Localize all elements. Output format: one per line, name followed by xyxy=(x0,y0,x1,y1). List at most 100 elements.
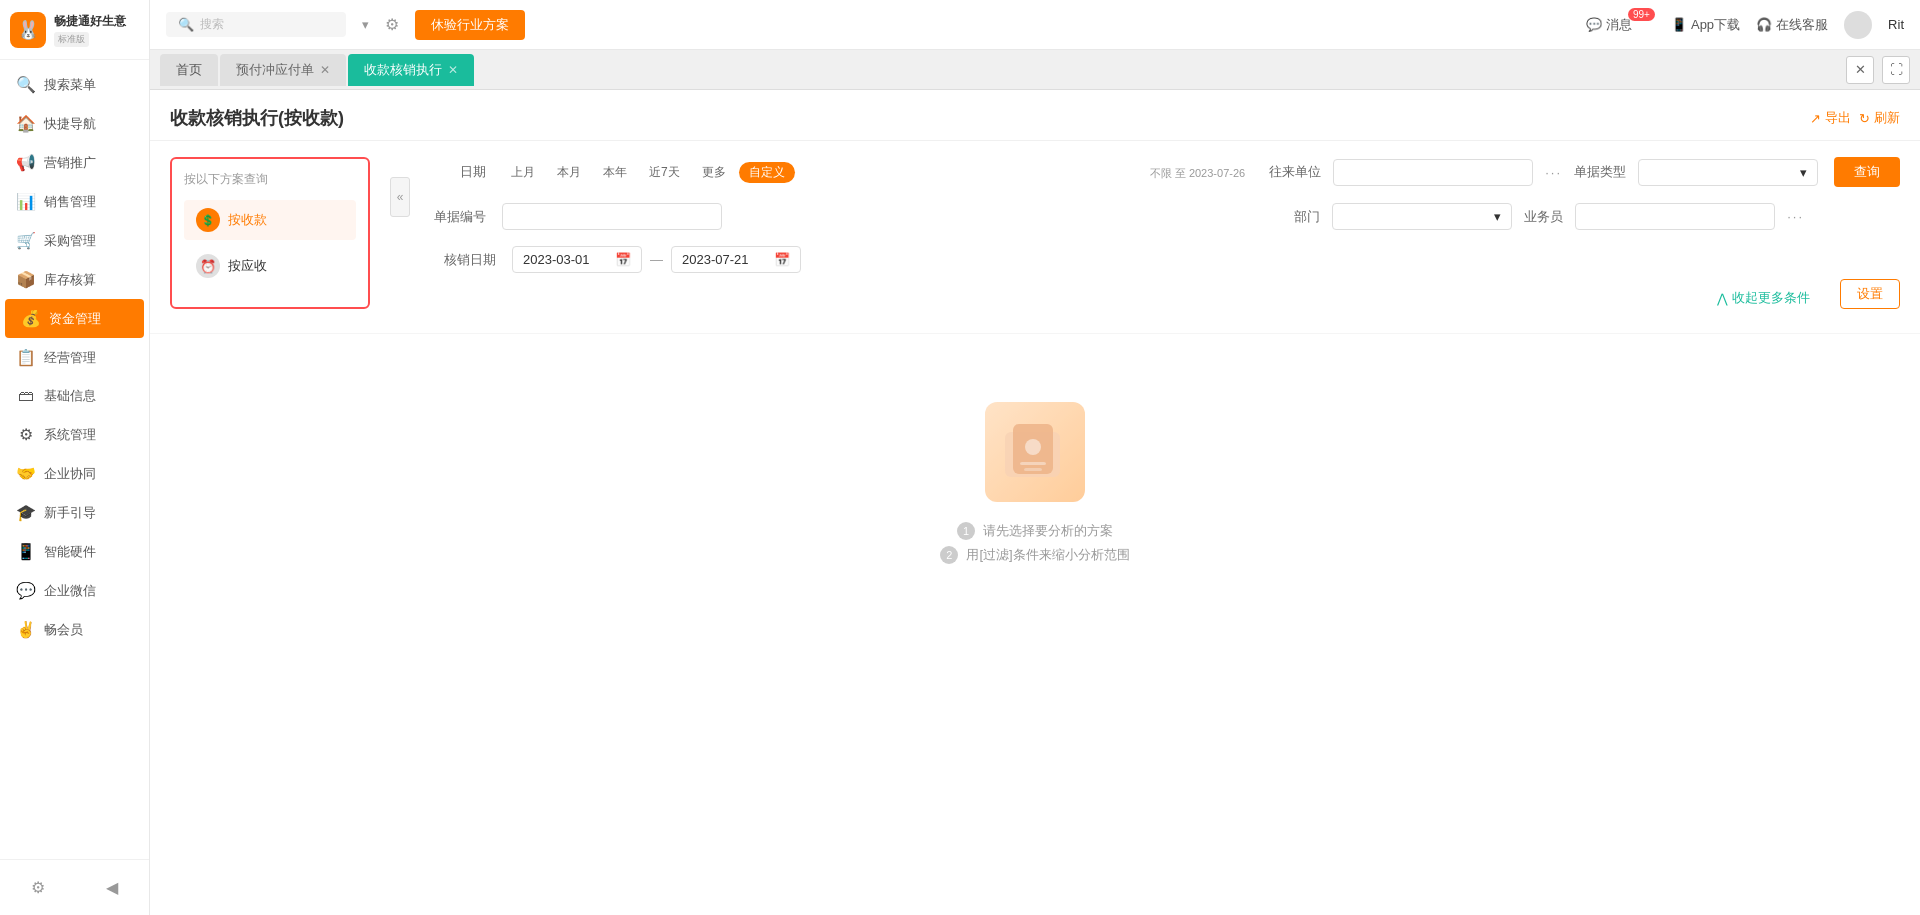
cart-icon: 🛒 xyxy=(16,231,36,250)
empty-state: 1 请先选择要分析的方案 2 用[过滤]条件来缩小分析范围 xyxy=(150,342,1920,630)
date-shortcuts-control: 上月 本月 本年 近7天 更多 自定义 xyxy=(502,161,1194,184)
tab-collect[interactable]: 收款核销执行 ✕ xyxy=(348,54,474,86)
query-button[interactable]: 查询 xyxy=(1834,157,1900,187)
refresh-icon: ↻ xyxy=(1859,111,1870,126)
topbar: 🔍 搜索 ▾ ⚙ 休验行业方案 💬 消息 99+ 📱 App下载 🎧 在线客服 … xyxy=(150,0,1920,50)
sidebar-item-guide[interactable]: 🎓 新手引导 xyxy=(0,493,149,532)
sidebar-item-basic[interactable]: 🗃 基础信息 xyxy=(0,377,149,415)
sidebar-item-business[interactable]: 📋 经营管理 xyxy=(0,338,149,377)
date-btn-this-year[interactable]: 本年 xyxy=(594,161,636,184)
topbar-search[interactable]: 🔍 搜索 xyxy=(166,12,346,37)
database-icon: 🗃 xyxy=(16,387,36,405)
megaphone-icon: 📢 xyxy=(16,153,36,172)
topbar-right: 💬 消息 99+ 📱 App下载 🎧 在线客服 Rit xyxy=(1586,11,1904,39)
chart-icon: 📊 xyxy=(16,192,36,211)
sidebar-item-wechat[interactable]: 💬 企业微信 xyxy=(0,571,149,610)
sidebar-menu: 🔍 搜索菜单 🏠 快捷导航 📢 营销推广 📊 销售管理 🛒 采购管理 📦 库存核… xyxy=(0,60,149,859)
tab-home[interactable]: 首页 xyxy=(160,54,218,86)
writeoff-start-date-input[interactable]: 2023-03-01 📅 xyxy=(512,246,642,273)
sidebar-item-hardware[interactable]: 📱 智能硬件 xyxy=(0,532,149,571)
topbar-settings-icon[interactable]: ⚙ xyxy=(385,15,399,34)
search-icon: 🔍 xyxy=(16,75,36,94)
app-download-button[interactable]: 📱 App下载 xyxy=(1671,16,1740,34)
page-header: 收款核销执行(按收款) ↗ 导出 ↻ 刷新 xyxy=(150,90,1920,141)
clipboard-icon: 📋 xyxy=(16,348,36,367)
refresh-button[interactable]: ↻ 刷新 xyxy=(1859,109,1900,127)
date-btn-last7[interactable]: 近7天 xyxy=(640,161,689,184)
user-avatar[interactable] xyxy=(1844,11,1872,39)
tabs-window-actions: ✕ ⛶ xyxy=(1846,56,1910,84)
graduation-icon: 🎓 xyxy=(16,503,36,522)
maximize-window-button[interactable]: ⛶ xyxy=(1882,56,1910,84)
filter-sidebar-title: 按以下方案查询 xyxy=(184,171,356,188)
collapse-filter-sidebar-button[interactable]: « xyxy=(390,177,410,217)
calendar-end-icon: 📅 xyxy=(774,252,790,267)
date-btn-last-month[interactable]: 上月 xyxy=(502,161,544,184)
dept-label: 部门 xyxy=(1260,208,1320,226)
filter-option-by-receipt[interactable]: 💲 按收款 xyxy=(184,200,356,240)
staff-input[interactable] xyxy=(1575,203,1775,230)
sidebar-item-inventory[interactable]: 📦 库存核算 xyxy=(0,260,149,299)
calendar-start-icon: 📅 xyxy=(615,252,631,267)
sidebar-item-sales[interactable]: 📊 销售管理 xyxy=(0,182,149,221)
date-btn-this-month[interactable]: 本月 xyxy=(548,161,590,184)
industry-solution-button[interactable]: 休验行业方案 xyxy=(415,10,525,40)
partner-label: 往来单位 xyxy=(1261,163,1321,181)
tab-collect-close[interactable]: ✕ xyxy=(448,63,458,77)
divider xyxy=(150,333,1920,334)
tab-prepay-close[interactable]: ✕ xyxy=(320,63,330,77)
writeoff-end-date-input[interactable]: 2023-07-21 📅 xyxy=(671,246,801,273)
messages-button[interactable]: 💬 消息 99+ xyxy=(1586,16,1655,34)
logo-area: 🐰 畅捷通好生意 标准版 xyxy=(0,0,149,60)
writeoff-date-range: 2023-03-01 📅 — 2023-07-21 📅 xyxy=(512,246,801,273)
setting-button[interactable]: 设置 xyxy=(1840,279,1900,309)
svg-rect-3 xyxy=(1020,462,1046,465)
collapse-more-button[interactable]: ⋀ 收起更多条件 xyxy=(1717,289,1810,307)
sidebar-item-purchase[interactable]: 🛒 采购管理 xyxy=(0,221,149,260)
export-button[interactable]: ↗ 导出 xyxy=(1810,109,1851,127)
date-btn-more[interactable]: 更多 xyxy=(693,161,735,184)
sidebar-bottom: ⚙ ◀ xyxy=(0,859,149,915)
doc-type-select[interactable]: ▾ xyxy=(1638,159,1818,186)
collapse-sidebar-button[interactable]: ◀ xyxy=(94,870,130,905)
partner-input[interactable] xyxy=(1333,159,1533,186)
wechat-icon: 💬 xyxy=(16,581,36,600)
chevron-up-icon: ⋀ xyxy=(1717,291,1728,306)
page-actions: ↗ 导出 ↻ 刷新 xyxy=(1810,109,1900,127)
phone-icon: 📱 xyxy=(16,542,36,561)
sidebar-item-shortcut[interactable]: 🏠 快捷导航 xyxy=(0,104,149,143)
dept-select[interactable]: ▾ xyxy=(1332,203,1512,230)
filter-sidebar: 按以下方案查询 💲 按收款 ⏰ 按应收 xyxy=(170,157,370,309)
receipt-icon: 💲 xyxy=(196,208,220,232)
main-content: 🔍 搜索 ▾ ⚙ 休验行业方案 💬 消息 99+ 📱 App下载 🎧 在线客服 … xyxy=(150,0,1920,915)
settings-button[interactable]: ⚙ xyxy=(19,870,57,905)
sidebar-item-finance[interactable]: 💰 资金管理 xyxy=(5,299,144,338)
chevron-down-dept-icon: ▾ xyxy=(1494,209,1501,224)
close-window-button[interactable]: ✕ xyxy=(1846,56,1874,84)
gear-icon: ⚙ xyxy=(16,425,36,444)
tab-prepay[interactable]: 预付冲应付单 ✕ xyxy=(220,54,346,86)
chevron-down-icon: ▾ xyxy=(1800,165,1807,180)
online-service-button[interactable]: 🎧 在线客服 xyxy=(1756,16,1828,34)
logo-icon: 🐰 xyxy=(10,12,46,48)
sidebar-item-enterprise[interactable]: 🤝 企业协同 xyxy=(0,454,149,493)
logo-text: 畅捷通好生意 标准版 xyxy=(54,13,126,47)
sidebar-item-member[interactable]: ✌ 畅会员 xyxy=(0,610,149,649)
partner-dots-button[interactable]: ··· xyxy=(1545,165,1562,180)
doc-num-input[interactable] xyxy=(502,203,722,230)
date-shortcut-group: 上月 本月 本年 近7天 更多 自定义 xyxy=(502,161,795,184)
sidebar-item-marketing[interactable]: 📢 营销推广 xyxy=(0,143,149,182)
service-icon: 🎧 xyxy=(1756,17,1772,32)
filter-option-by-receivable[interactable]: ⏰ 按应收 xyxy=(184,246,356,286)
doc-num-label: 单据编号 xyxy=(426,208,486,226)
date-btn-custom[interactable]: 自定义 xyxy=(739,162,795,183)
staff-dots-button[interactable]: ··· xyxy=(1787,209,1804,224)
page-title: 收款核销执行(按收款) xyxy=(170,106,344,130)
sidebar-item-system[interactable]: ⚙ 系统管理 xyxy=(0,415,149,454)
topbar-dropdown-arrow[interactable]: ▾ xyxy=(362,17,369,32)
staff-label: 业务员 xyxy=(1524,208,1563,226)
date-label: 日期 xyxy=(426,163,486,181)
sidebar-item-search[interactable]: 🔍 搜索菜单 xyxy=(0,65,149,104)
sidebar: 🐰 畅捷通好生意 标准版 🔍 搜索菜单 🏠 快捷导航 📢 营销推广 📊 销售管理… xyxy=(0,0,150,915)
box-icon: 📦 xyxy=(16,270,36,289)
